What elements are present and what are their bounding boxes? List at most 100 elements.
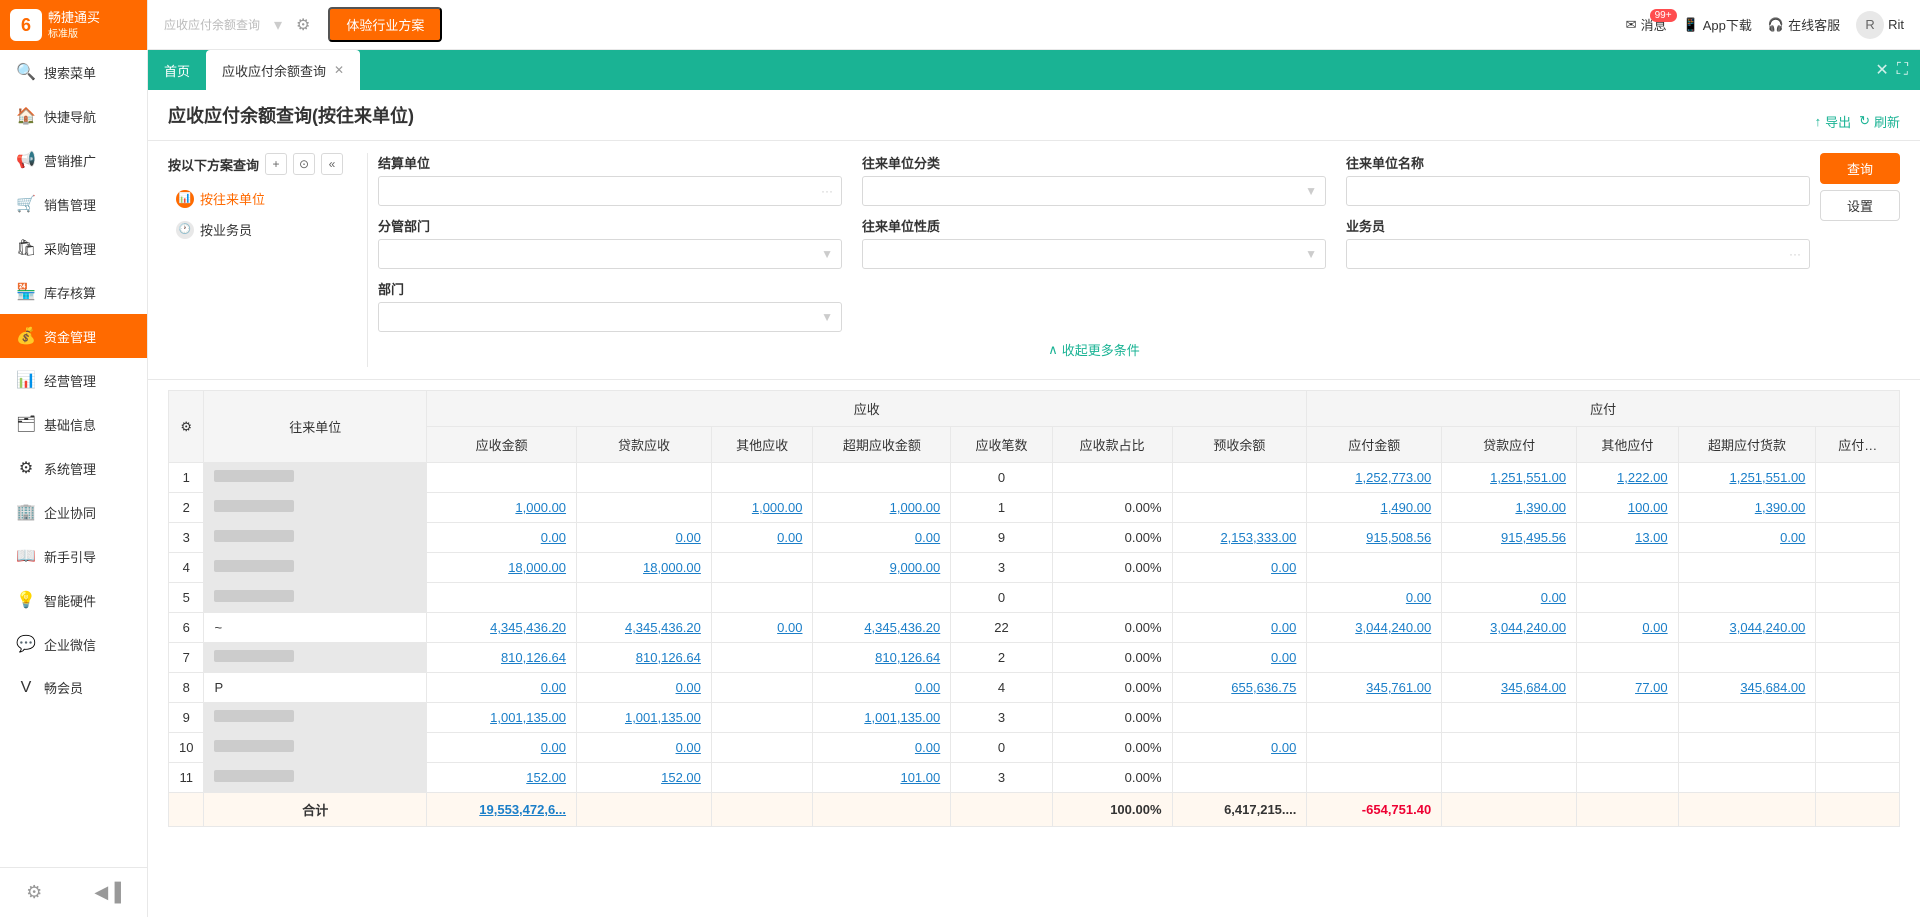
cell-prepay[interactable] — [1172, 463, 1307, 493]
cell-ap_loan[interactable] — [1442, 553, 1577, 583]
cell-ap_other[interactable]: 100.00 — [1577, 493, 1679, 523]
tab-close-all-icon[interactable]: ✕ — [1875, 60, 1888, 80]
add-scheme-button[interactable]: + — [265, 153, 287, 175]
cell-ar_overdue[interactable]: 4,345,436.20 — [813, 613, 951, 643]
cell-ar_amount[interactable]: 18,000.00 — [427, 553, 577, 583]
cell-ar_overdue[interactable] — [813, 583, 951, 613]
cell-ar_loan[interactable]: 0.00 — [577, 733, 712, 763]
cell-prepay[interactable] — [1172, 703, 1307, 733]
cell-ar_loan[interactable] — [577, 583, 712, 613]
filter-by-salesman[interactable]: 🕐 按业务员 — [168, 214, 351, 245]
cell-ar_loan[interactable]: 152.00 — [577, 763, 712, 793]
cell-ar_amount[interactable]: 0.00 — [427, 523, 577, 553]
online-service-button[interactable]: 🎧 在线客服 — [1768, 15, 1840, 34]
query-button[interactable]: 查询 — [1820, 153, 1900, 184]
cell-ar_overdue[interactable]: 0.00 — [813, 523, 951, 553]
cell-ap_amount[interactable]: 345,761.00 — [1307, 673, 1442, 703]
dept-input[interactable] — [387, 310, 821, 325]
cell-ap_loan[interactable] — [1442, 703, 1577, 733]
cell-ap_other[interactable] — [1577, 703, 1679, 733]
cell-ap_loan[interactable] — [1442, 763, 1577, 793]
tab-close-icon[interactable]: ✕ — [334, 63, 344, 77]
filter-by-partner[interactable]: 📊 按往来单位 — [168, 183, 351, 214]
cell-ar_overdue[interactable]: 101.00 — [813, 763, 951, 793]
cell-ap_overdue[interactable] — [1678, 763, 1816, 793]
cell-ar_loan[interactable] — [577, 493, 712, 523]
cell-ap_overdue[interactable]: 3,044,240.00 — [1678, 613, 1816, 643]
tab-ar-ap[interactable]: 应收应付余额查询 ✕ — [206, 50, 360, 90]
cell-ar_overdue[interactable]: 1,000.00 — [813, 493, 951, 523]
cell-ar_loan[interactable]: 0.00 — [577, 673, 712, 703]
cell-ap_overdue[interactable]: 1,390.00 — [1678, 493, 1816, 523]
cell-ar_loan[interactable]: 4,345,436.20 — [577, 613, 712, 643]
cell-ap_loan[interactable]: 345,684.00 — [1442, 673, 1577, 703]
settlement-input[interactable]: ··· — [378, 176, 842, 206]
cell-ar_other[interactable]: 1,000.00 — [711, 493, 813, 523]
settings-button[interactable]: 设置 — [1820, 190, 1900, 221]
sidebar-item-finance[interactable]: 💰 资金管理 — [0, 314, 147, 358]
sidebar-item-inventory[interactable]: 🏪 库存核算 — [0, 270, 147, 314]
sidebar-item-guide[interactable]: 📖 新手引导 — [0, 534, 147, 578]
cell-ap_overdue[interactable] — [1678, 703, 1816, 733]
sidebar-item-member[interactable]: V 畅会员 — [0, 666, 147, 709]
cell-prepay[interactable]: 0.00 — [1172, 553, 1307, 583]
cell-ap_other[interactable]: 1,222.00 — [1577, 463, 1679, 493]
cell-ap_loan[interactable]: 1,251,551.00 — [1442, 463, 1577, 493]
promo-button[interactable]: 体验行业方案 — [328, 7, 442, 42]
cell-prepay[interactable]: 0.00 — [1172, 643, 1307, 673]
cell-ar_amount[interactable]: 0.00 — [427, 733, 577, 763]
cell-ap_loan[interactable] — [1442, 643, 1577, 673]
cell-ar_overdue[interactable]: 0.00 — [813, 733, 951, 763]
cell-ar_other[interactable] — [711, 703, 813, 733]
cell-ap_overdue[interactable] — [1678, 643, 1816, 673]
cell-ap_amount[interactable] — [1307, 763, 1442, 793]
cell-prepay[interactable] — [1172, 763, 1307, 793]
cell-ap_other[interactable] — [1577, 763, 1679, 793]
cell-prepay[interactable] — [1172, 583, 1307, 613]
partner-name-text-input[interactable] — [1355, 184, 1801, 199]
salesman-text-input[interactable] — [1355, 247, 1789, 262]
cell-ap_other[interactable]: 77.00 — [1577, 673, 1679, 703]
tab-home[interactable]: 首页 — [148, 50, 206, 90]
cell-ar_other[interactable] — [711, 673, 813, 703]
partner-category-input[interactable] — [871, 184, 1305, 199]
cell-ar_overdue[interactable]: 1,001,135.00 — [813, 703, 951, 733]
export-button[interactable]: ↑ 导出 — [1815, 112, 1852, 131]
message-button[interactable]: ✉ 消息 99+ — [1626, 15, 1667, 34]
cell-ap_other[interactable] — [1577, 643, 1679, 673]
cell-ar_other[interactable]: 0.00 — [711, 613, 813, 643]
sidebar-item-management[interactable]: 📊 经营管理 — [0, 358, 147, 402]
cell-prepay[interactable] — [1172, 493, 1307, 523]
partner-category-select[interactable]: ▼ — [862, 176, 1326, 206]
cell-ar_amount[interactable] — [427, 463, 577, 493]
cell-ar_loan[interactable] — [577, 463, 712, 493]
cell-ar_amount[interactable]: 1,000.00 — [427, 493, 577, 523]
partner-name-input[interactable] — [1346, 176, 1810, 206]
cell-ap_overdue[interactable] — [1678, 583, 1816, 613]
department-select[interactable]: ▼ — [378, 239, 842, 269]
cell-ap_other[interactable] — [1577, 583, 1679, 613]
cell-ar_amount[interactable]: 152.00 — [427, 763, 577, 793]
settlement-text-input[interactable] — [387, 184, 821, 199]
cell-ap_amount[interactable] — [1307, 703, 1442, 733]
cell-ap_overdue[interactable]: 1,251,551.00 — [1678, 463, 1816, 493]
cell-ar_amount[interactable]: 4,345,436.20 — [427, 613, 577, 643]
cell-ap_overdue[interactable]: 345,684.00 — [1678, 673, 1816, 703]
salesman-input[interactable]: ··· — [1346, 239, 1810, 269]
collapse-sidebar-button[interactable]: ◀▐ — [86, 878, 129, 907]
cell-ap_amount[interactable] — [1307, 733, 1442, 763]
cell-ap_amount[interactable] — [1307, 553, 1442, 583]
cell-ar_amount[interactable] — [427, 583, 577, 613]
cell-ap_other[interactable] — [1577, 733, 1679, 763]
topbar-gear-icon[interactable]: ⚙ — [296, 15, 310, 35]
sidebar-item-hardware[interactable]: 💡 智能硬件 — [0, 578, 147, 622]
cell-ap_amount[interactable]: 0.00 — [1307, 583, 1442, 613]
sidebar-item-wechat[interactable]: 💬 企业微信 — [0, 622, 147, 666]
cell-ap_loan[interactable]: 0.00 — [1442, 583, 1577, 613]
sidebar-item-corp[interactable]: 🏢 企业协同 — [0, 490, 147, 534]
sidebar-item-search[interactable]: 🔍 搜索菜单 — [0, 50, 147, 94]
user-menu-button[interactable]: R Rit — [1856, 11, 1904, 39]
cell-ap_loan[interactable] — [1442, 733, 1577, 763]
sidebar-item-system[interactable]: ⚙ 系统管理 — [0, 446, 147, 490]
cell-ap_other[interactable] — [1577, 553, 1679, 583]
